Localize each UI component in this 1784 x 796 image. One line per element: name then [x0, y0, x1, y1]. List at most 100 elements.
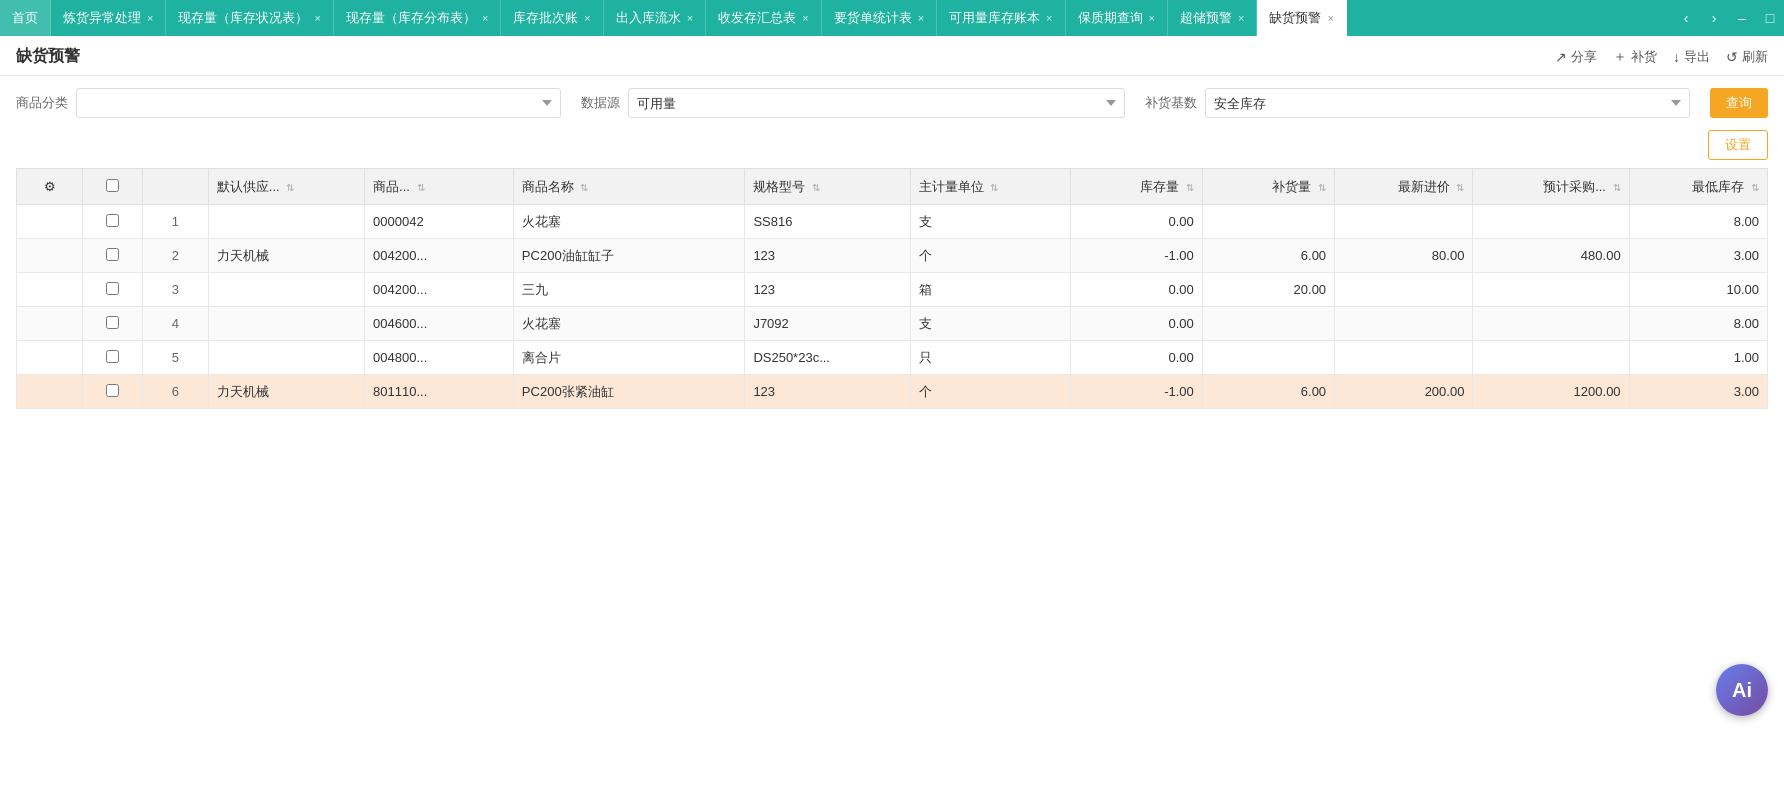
cell-code: 004200... [365, 273, 514, 307]
cell-supplier [208, 307, 364, 341]
tab-next-btn[interactable]: › [1700, 0, 1728, 36]
share-icon: ↗ [1555, 49, 1567, 65]
cell-price [1335, 205, 1473, 239]
cell-purchase: 480.00 [1473, 239, 1629, 273]
tab-close-shortage-warning[interactable]: × [1327, 12, 1333, 24]
tab-item-shortage-warning[interactable]: 缺货预警× [1257, 0, 1346, 36]
cell-price [1335, 341, 1473, 375]
tab-item-collect-summary[interactable]: 收发存汇总表× [706, 0, 821, 36]
cell-unit: 个 [910, 239, 1070, 273]
cell-unit: 支 [910, 307, 1070, 341]
export-action[interactable]: ↓导出 [1673, 48, 1710, 66]
tab-close-overstock-warning[interactable]: × [1238, 12, 1244, 24]
cell-num: 3 [142, 273, 208, 307]
settings-button[interactable]: 设置 [1708, 130, 1768, 160]
gear-icon: ⚙ [44, 179, 56, 194]
col-header-minstock[interactable]: 最低库存 ⇅ [1629, 169, 1767, 205]
row-checkbox-4[interactable] [106, 350, 119, 363]
row-checkbox-1[interactable] [106, 248, 119, 261]
filter-select-category[interactable] [76, 88, 561, 118]
cell-settings [17, 273, 83, 307]
tab-close-in-out-flow[interactable]: × [687, 12, 693, 24]
cell-purchase [1473, 307, 1629, 341]
col-header-replenish[interactable]: 补货量 ⇅ [1202, 169, 1334, 205]
tab-close-inventory-status[interactable]: × [314, 12, 320, 24]
filter-select-datasource[interactable]: 可用量库存量 [628, 88, 1126, 118]
tab-item-order-stats[interactable]: 要货单统计表× [822, 0, 937, 36]
col-header-settings[interactable]: ⚙ [17, 169, 83, 205]
filter-label-category: 商品分类 [16, 94, 68, 112]
col-header-name[interactable]: 商品名称 ⇅ [513, 169, 745, 205]
tab-close-expiry-query[interactable]: × [1149, 12, 1155, 24]
col-header-supplier[interactable]: 默认供应... ⇅ [208, 169, 364, 205]
share-action[interactable]: ↗分享 [1555, 48, 1597, 66]
cell-price: 200.00 [1335, 375, 1473, 409]
cell-replenish [1202, 341, 1334, 375]
tab-close-batch-account[interactable]: × [584, 12, 590, 24]
tab-prev-btn[interactable]: ‹ [1672, 0, 1700, 36]
sort-icon-purchase: ⇅ [1613, 182, 1621, 193]
tab-item-abnormal[interactable]: 炼货异常处理× [51, 0, 166, 36]
header-actions: ↗分享 ＋补货 ↓导出 ↺刷新 [1555, 48, 1768, 66]
ai-assistant-button[interactable]: Ai [1716, 664, 1768, 716]
export-icon: ↓ [1673, 49, 1680, 65]
sort-icon-unit: ⇅ [990, 182, 998, 193]
cell-settings [17, 341, 83, 375]
row-checkbox-5[interactable] [106, 384, 119, 397]
row-checkbox-3[interactable] [106, 316, 119, 329]
tab-item-batch-account[interactable]: 库存批次账× [501, 0, 603, 36]
col-label-supplier: 默认供应... [217, 179, 280, 194]
sort-icon-minstock: ⇅ [1751, 182, 1759, 193]
select-all-checkbox[interactable] [106, 179, 119, 192]
tab-item-available-ledger[interactable]: 可用量库存账本× [937, 0, 1065, 36]
cell-spec: SS816 [745, 205, 910, 239]
cell-replenish [1202, 307, 1334, 341]
tab-item-inventory-dist[interactable]: 现存量（库存分布表）× [334, 0, 501, 36]
tab-item-home[interactable]: 首页 [0, 0, 51, 36]
table-row: 3004200...三九123箱0.0020.0010.00 [17, 273, 1768, 307]
col-header-unit[interactable]: 主计量单位 ⇅ [910, 169, 1070, 205]
col-header-price[interactable]: 最新进价 ⇅ [1335, 169, 1473, 205]
cell-purchase: 1200.00 [1473, 375, 1629, 409]
cell-supplier [208, 341, 364, 375]
cell-num: 4 [142, 307, 208, 341]
tab-maximize-btn[interactable]: □ [1756, 0, 1784, 36]
tab-close-available-ledger[interactable]: × [1046, 12, 1052, 24]
cell-stock: 0.00 [1070, 307, 1202, 341]
filter-select-replenish[interactable]: 安全库存最低库存 [1205, 88, 1690, 118]
cell-minstock: 3.00 [1629, 239, 1767, 273]
row-checkbox-2[interactable] [106, 282, 119, 295]
tab-close-order-stats[interactable]: × [918, 12, 924, 24]
tab-item-inventory-status[interactable]: 现存量（库存状况表）× [166, 0, 333, 36]
table-row: 4004600...火花塞J7092支0.008.00 [17, 307, 1768, 341]
tab-close-inventory-dist[interactable]: × [482, 12, 488, 24]
cell-supplier [208, 273, 364, 307]
cell-num: 1 [142, 205, 208, 239]
row-checkbox-0[interactable] [106, 214, 119, 227]
cell-check [83, 205, 143, 239]
col-header-code[interactable]: 商品... ⇅ [365, 169, 514, 205]
cell-code: 801110... [365, 375, 514, 409]
cell-price: 80.00 [1335, 239, 1473, 273]
query-button[interactable]: 查询 [1710, 88, 1768, 118]
tab-item-in-out-flow[interactable]: 出入库流水× [604, 0, 706, 36]
cell-replenish: 6.00 [1202, 375, 1334, 409]
col-header-check[interactable] [83, 169, 143, 205]
cell-stock: 0.00 [1070, 273, 1202, 307]
col-header-stock[interactable]: 库存量 ⇅ [1070, 169, 1202, 205]
tab-minimize-btn[interactable]: – [1728, 0, 1756, 36]
tab-item-expiry-query[interactable]: 保质期查询× [1066, 0, 1168, 36]
cell-supplier: 力天机械 [208, 375, 364, 409]
col-header-purchase[interactable]: 预计采购... ⇅ [1473, 169, 1629, 205]
tab-item-overstock-warning[interactable]: 超储预警× [1168, 0, 1257, 36]
refresh-action[interactable]: ↺刷新 [1726, 48, 1768, 66]
tab-close-collect-summary[interactable]: × [802, 12, 808, 24]
cell-code: 004600... [365, 307, 514, 341]
tab-close-abnormal[interactable]: × [147, 12, 153, 24]
col-header-spec[interactable]: 规格型号 ⇅ [745, 169, 910, 205]
replenish-action[interactable]: ＋补货 [1613, 48, 1657, 66]
cell-code: 004200... [365, 239, 514, 273]
cell-unit: 支 [910, 205, 1070, 239]
table-row: 10000042火花塞SS816支0.008.00 [17, 205, 1768, 239]
sort-icon-name: ⇅ [580, 182, 588, 193]
